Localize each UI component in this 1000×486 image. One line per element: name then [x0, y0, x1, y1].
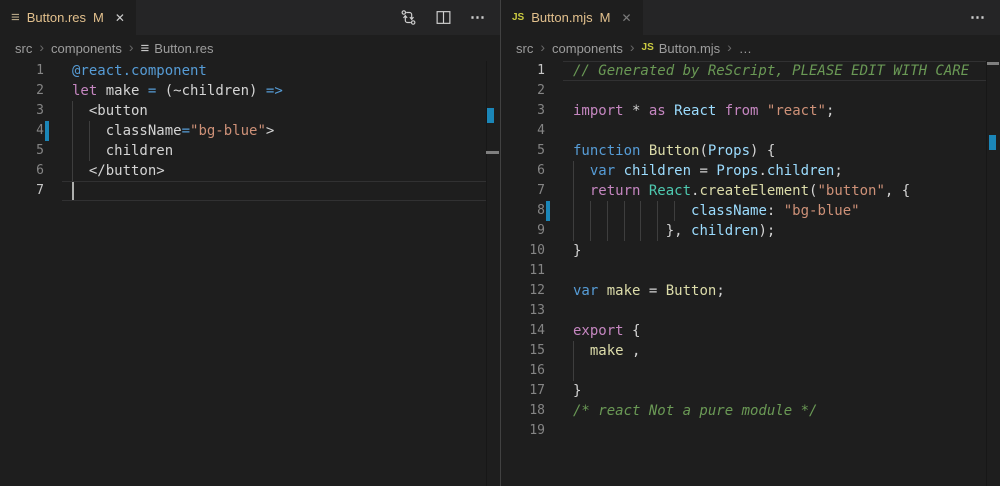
code-line[interactable]: 6 var children = Props.children;	[501, 161, 1000, 181]
code-text: }, children);	[573, 221, 775, 241]
code-line[interactable]: 19	[501, 421, 1000, 441]
code-line[interactable]: 10}	[501, 241, 1000, 261]
code-text: /* react Not a pure module */	[573, 401, 817, 421]
code-line[interactable]: 1 // Generated by ReScript, PLEASE EDIT W…	[501, 61, 1000, 81]
vscode-editor-window: ≡Button.resM✕⋯src›components›≡Button.res…	[0, 0, 1000, 486]
code-line[interactable]: 4 className="bg-blue">	[0, 121, 500, 141]
gutter-modified-indicator	[45, 121, 49, 141]
code-line[interactable]: 8 className: "bg-blue"	[501, 201, 1000, 221]
line-number: 16	[501, 361, 545, 381]
line-number: 11	[501, 261, 545, 281]
code-line[interactable]: 4	[501, 121, 1000, 141]
code-text: import * as React from "react";	[573, 101, 834, 121]
line-number: 1	[0, 61, 44, 81]
code-text: let make = (~children) =>	[72, 81, 283, 101]
code-line[interactable]: 5 children	[0, 141, 500, 161]
code-text: @react.component	[72, 61, 207, 81]
overview-modified-marker	[989, 135, 996, 150]
line-number: 17	[501, 381, 545, 401]
code-editor: 1 // Generated by ReScript, PLEASE EDIT W…	[501, 0, 1000, 486]
current-line-highlight	[62, 181, 486, 201]
code-line[interactable]: 14 export {	[501, 321, 1000, 341]
code-text: make ,	[573, 341, 640, 361]
code-line[interactable]: 16	[501, 361, 1000, 381]
code-line[interactable]: 12 var make = Button;	[501, 281, 1000, 301]
line-number: 1	[501, 61, 545, 81]
code-line[interactable]: 2 let make = (~children) =>	[0, 81, 500, 101]
line-number: 8	[501, 201, 545, 221]
code-line[interactable]: 17}	[501, 381, 1000, 401]
code-line[interactable]: 11	[501, 261, 1000, 281]
overview-ruler-border	[486, 61, 487, 486]
text-cursor	[72, 182, 74, 200]
line-number: 9	[501, 221, 545, 241]
line-number: 13	[501, 301, 545, 321]
code-text: return React.createElement("button", {	[573, 181, 910, 201]
code-text: function Button(Props) {	[573, 141, 775, 161]
gutter-modified-indicator	[546, 201, 550, 221]
line-number: 6	[0, 161, 44, 181]
overview-ruler-border	[986, 61, 987, 486]
line-number: 4	[0, 121, 44, 141]
code-line[interactable]: 9 }, children);	[501, 221, 1000, 241]
code-text: var children = Props.children;	[573, 161, 843, 181]
code-line[interactable]: 15 make ,	[501, 341, 1000, 361]
code-editor: 1 @react.component 2 let make = (~children)…	[0, 0, 500, 486]
line-number: 2	[501, 81, 545, 101]
code-text: children	[72, 141, 173, 161]
line-number: 7	[501, 181, 545, 201]
code-line[interactable]: 5 function Button(Props) {	[501, 141, 1000, 161]
code-line[interactable]: 3 <button	[0, 101, 500, 121]
line-number: 2	[0, 81, 44, 101]
overview-cursor-marker	[987, 62, 999, 65]
line-number: 3	[501, 101, 545, 121]
code-line[interactable]: 13	[501, 301, 1000, 321]
line-number: 6	[501, 161, 545, 181]
line-number: 15	[501, 341, 545, 361]
code-line[interactable]: 18 /* react Not a pure module */	[501, 401, 1000, 421]
code-line[interactable]: 1 @react.component	[0, 61, 500, 81]
code-text: <button	[72, 101, 148, 121]
code-line[interactable]: 7 return React.createElement("button", {	[501, 181, 1000, 201]
code-line[interactable]: 7	[0, 181, 500, 201]
code-text: </button>	[72, 161, 165, 181]
line-number: 12	[501, 281, 545, 301]
code-line[interactable]: 2	[501, 81, 1000, 101]
overview-modified-marker	[487, 108, 494, 123]
line-number: 5	[501, 141, 545, 161]
code-text: export {	[573, 321, 640, 341]
code-text: className="bg-blue">	[72, 121, 274, 141]
line-number: 10	[501, 241, 545, 261]
line-number: 5	[0, 141, 44, 161]
line-number: 4	[501, 121, 545, 141]
line-number: 14	[501, 321, 545, 341]
code-text: var make = Button;	[573, 281, 725, 301]
code-text: }	[573, 381, 581, 401]
overview-cursor-marker	[486, 151, 499, 154]
line-number: 3	[0, 101, 44, 121]
line-number: 19	[501, 421, 545, 441]
code-line[interactable]: 6 </button>	[0, 161, 500, 181]
code-text: }	[573, 241, 581, 261]
editor-pane-right: JSButton.mjsM✕⋯src›components›JSButton.m…	[500, 0, 1000, 486]
line-number: 7	[0, 181, 44, 201]
code-text: // Generated by ReScript, PLEASE EDIT WI…	[573, 61, 969, 81]
editor-pane-left: ≡Button.resM✕⋯src›components›≡Button.res…	[0, 0, 500, 486]
line-number: 18	[501, 401, 545, 421]
indent-guide	[573, 361, 574, 381]
code-line[interactable]: 3 import * as React from "react";	[501, 101, 1000, 121]
code-text: className: "bg-blue"	[573, 201, 860, 221]
